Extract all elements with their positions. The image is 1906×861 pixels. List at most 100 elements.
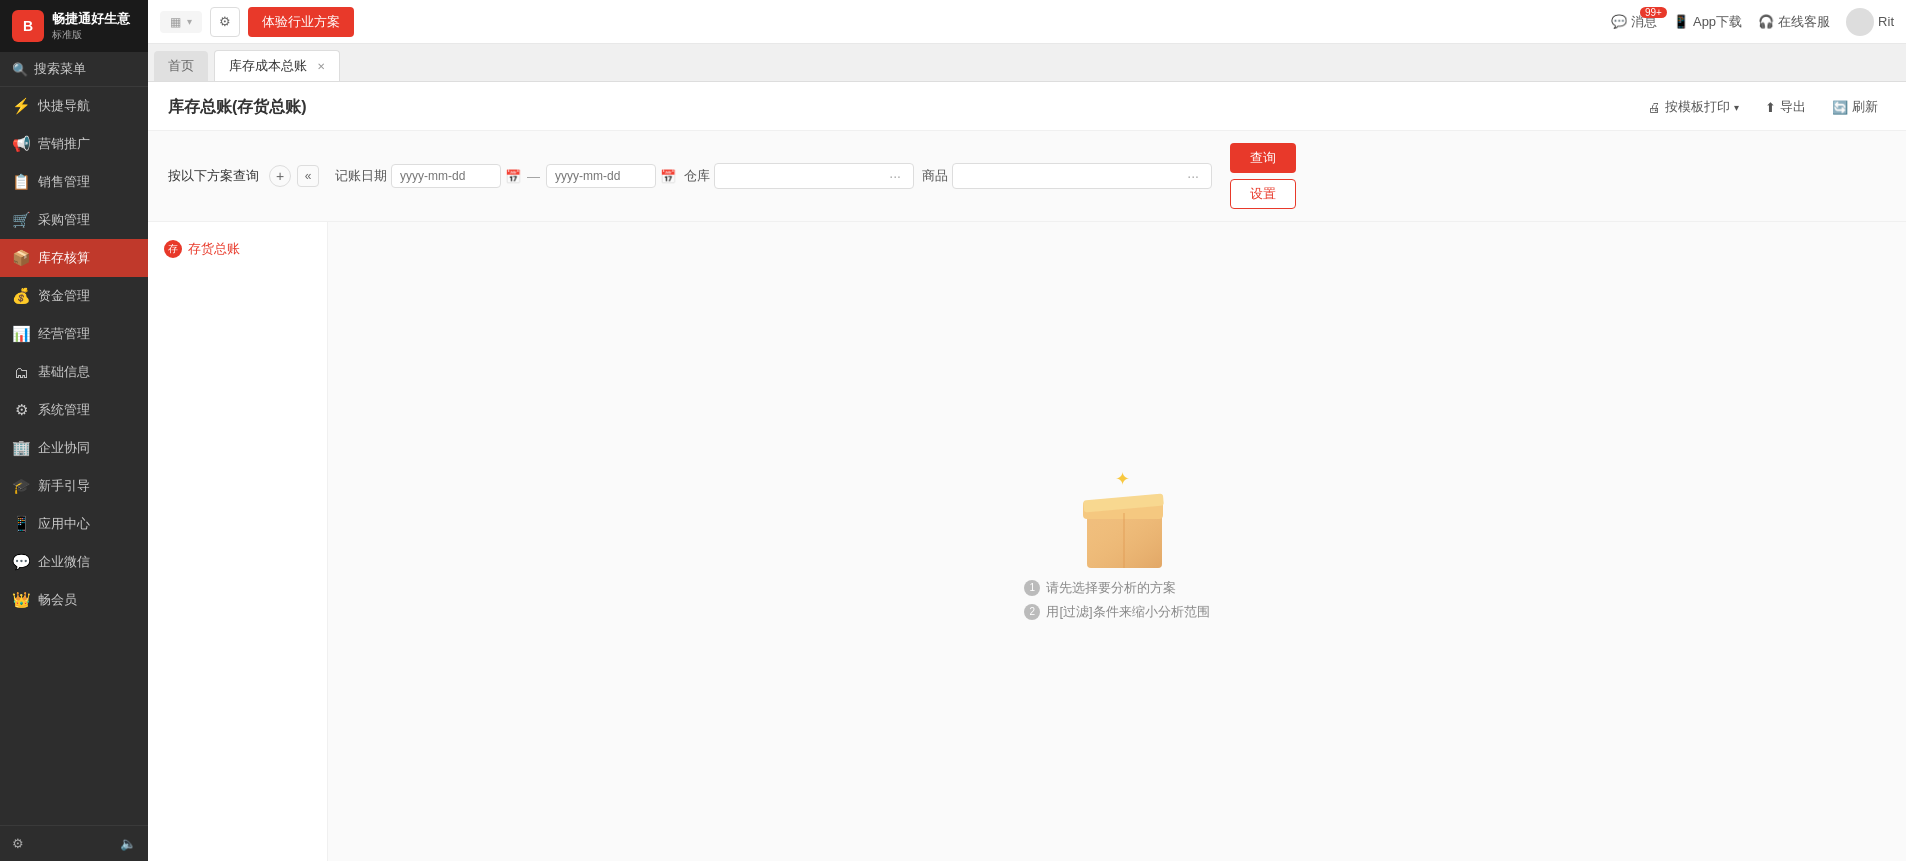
filter-label: 按以下方案查询 <box>168 167 259 185</box>
tab-inventory-ledger[interactable]: 库存成本总账 ✕ <box>214 50 340 81</box>
main-area: ▦ ▾ ⚙ 体验行业方案 💬 消息 99+ 📱 App下载 🎧 在线客服 Ri <box>148 0 1906 861</box>
empty-tip-row-1: 1 请先选择要分析的方案 <box>1024 579 1209 597</box>
sidebar-item-label: 库存核算 <box>38 249 90 267</box>
sidebar-item-newbie[interactable]: 🎓 新手引导 <box>0 467 148 505</box>
tab-bar: 首页 库存成本总账 ✕ <box>148 44 1906 82</box>
user-name: Rit <box>1878 14 1894 29</box>
sidebar-logo: B 畅捷通好生意 标准版 <box>0 0 148 52</box>
sidebar-item-vip[interactable]: 👑 畅会员 <box>0 581 148 619</box>
sidebar-item-purchase[interactable]: 🛒 采购管理 <box>0 201 148 239</box>
refresh-button[interactable]: 🔄 刷新 <box>1824 94 1886 120</box>
query-button[interactable]: 查询 <box>1230 143 1296 173</box>
inventory-icon: 📦 <box>12 249 30 267</box>
tab-inventory-ledger-label: 库存成本总账 <box>229 57 307 75</box>
breadcrumb[interactable]: ▦ ▾ <box>160 11 202 33</box>
svg-text:✦: ✦ <box>1114 469 1129 489</box>
export-label: 导出 <box>1780 98 1806 116</box>
date-label: 记账日期 <box>335 167 387 185</box>
date-start-input[interactable] <box>391 164 501 188</box>
empty-illustration: ✦ <box>1067 463 1167 563</box>
scheme-item-inventory-ledger[interactable]: 存 存货总账 <box>148 232 327 266</box>
app-download-label: App下载 <box>1693 13 1742 31</box>
sidebar-item-label: 应用中心 <box>38 515 90 533</box>
page-title: 库存总账(存货总账) <box>168 97 307 118</box>
topbar-settings-button[interactable]: ⚙ <box>210 7 240 37</box>
topbar: ▦ ▾ ⚙ 体验行业方案 💬 消息 99+ 📱 App下载 🎧 在线客服 Ri <box>148 0 1906 44</box>
sidebar-item-label: 销售管理 <box>38 173 90 191</box>
print-dropdown-icon: ▾ <box>1734 102 1739 113</box>
empty-state: ✦ 1 <box>1024 463 1209 621</box>
sidebar-item-label: 采购管理 <box>38 211 90 229</box>
sidebar-item-system[interactable]: ⚙ 系统管理 <box>0 391 148 429</box>
basic-icon: 🗂 <box>12 364 30 381</box>
right-content: ✦ 1 <box>328 222 1906 861</box>
filter-row: 记账日期 📅 — 📅 仓库 ··· <box>335 143 1886 209</box>
search-icon: 🔍 <box>12 62 28 77</box>
sidebar-item-label: 企业微信 <box>38 553 90 571</box>
calendar-end-icon[interactable]: 📅 <box>660 169 676 184</box>
print-template-button[interactable]: 🖨 按模板打印 ▾ <box>1640 94 1747 120</box>
sidebar-item-wechat[interactable]: 💬 企业微信 <box>0 543 148 581</box>
sidebar-item-enterprise[interactable]: 🏢 企业协同 <box>0 429 148 467</box>
empty-tip-row-2: 2 用[过滤]条件来缩小分析范围 <box>1024 603 1209 621</box>
message-button[interactable]: 💬 消息 99+ <box>1611 13 1657 31</box>
operation-icon: 📊 <box>12 325 30 343</box>
tip-text-1: 请先选择要分析的方案 <box>1046 579 1176 597</box>
sidebar-item-marketing[interactable]: 📢 营销推广 <box>0 125 148 163</box>
avatar <box>1846 8 1874 36</box>
finance-icon: 💰 <box>12 287 30 305</box>
sidebar-item-label: 营销推广 <box>38 135 90 153</box>
online-service-button[interactable]: 🎧 在线客服 <box>1758 13 1830 31</box>
filter-collapse-button[interactable]: « <box>297 165 319 187</box>
goods-label: 商品 <box>922 167 948 185</box>
sidebar-item-label: 经营管理 <box>38 325 90 343</box>
logo-main-text: 畅捷通好生意 <box>52 10 130 28</box>
logo-text: 畅捷通好生意 标准版 <box>52 10 130 42</box>
tip-number-2: 2 <box>1024 604 1040 620</box>
sidebar-item-finance[interactable]: 💰 资金管理 <box>0 277 148 315</box>
tab-close-button[interactable]: ✕ <box>317 61 325 72</box>
sidebar-settings-icon[interactable]: ⚙ <box>12 836 24 851</box>
export-icon: ⬆ <box>1765 100 1776 115</box>
goods-filter-field: 商品 ··· <box>922 163 1212 189</box>
sidebar-item-label: 基础信息 <box>38 363 90 381</box>
breadcrumb-text: ▦ <box>170 15 181 29</box>
calendar-start-icon[interactable]: 📅 <box>505 169 521 184</box>
app-center-icon: 📱 <box>12 515 30 533</box>
sidebar-audio-icon[interactable]: 🔈 <box>120 836 136 851</box>
export-button[interactable]: ⬆ 导出 <box>1757 94 1814 120</box>
sidebar-item-label: 快捷导航 <box>38 97 90 115</box>
goods-input[interactable]: ··· <box>952 163 1212 189</box>
sidebar-item-basic[interactable]: 🗂 基础信息 <box>0 353 148 391</box>
warehouse-input[interactable]: ··· <box>714 163 914 189</box>
scheme-item-label: 存货总账 <box>188 240 240 258</box>
sidebar-search[interactable]: 🔍 搜索菜单 <box>0 52 148 87</box>
user-area[interactable]: Rit <box>1846 8 1894 36</box>
newbie-icon: 🎓 <box>12 477 30 495</box>
scheme-icon: 存 <box>164 240 182 258</box>
app-download-button[interactable]: 📱 App下载 <box>1673 13 1742 31</box>
tab-home[interactable]: 首页 <box>154 51 208 81</box>
sidebar-item-inventory[interactable]: 📦 库存核算 <box>0 239 148 277</box>
sidebar-item-operation[interactable]: 📊 经营管理 <box>0 315 148 353</box>
empty-svg: ✦ <box>1067 463 1187 573</box>
date-range-input: 📅 — 📅 <box>391 164 676 188</box>
warehouse-filter-field: 仓库 ··· <box>684 163 914 189</box>
sidebar-item-sales[interactable]: 📋 销售管理 <box>0 163 148 201</box>
sidebar-item-label: 新手引导 <box>38 477 90 495</box>
industry-solution-button[interactable]: 体验行业方案 <box>248 7 354 37</box>
filter-add-button[interactable]: + <box>269 165 291 187</box>
panel-container: 存 存货总账 <box>148 222 1906 861</box>
page-actions: 🖨 按模板打印 ▾ ⬆ 导出 🔄 刷新 <box>1640 94 1886 120</box>
warehouse-more-icon[interactable]: ··· <box>885 168 905 184</box>
breadcrumb-chevron: ▾ <box>187 16 192 27</box>
purchase-icon: 🛒 <box>12 211 30 229</box>
date-end-input[interactable] <box>546 164 656 188</box>
sidebar-item-app-center[interactable]: 📱 应用中心 <box>0 505 148 543</box>
print-template-label: 按模板打印 <box>1665 98 1730 116</box>
sidebar-item-quick-nav[interactable]: ⚡ 快捷导航 <box>0 87 148 125</box>
sidebar-nav: ⚡ 快捷导航 📢 营销推广 📋 销售管理 🛒 采购管理 📦 库存核算 💰 资金管… <box>0 87 148 825</box>
goods-more-icon[interactable]: ··· <box>1183 168 1203 184</box>
tab-home-label: 首页 <box>168 57 194 75</box>
settings-button[interactable]: 设置 <box>1230 179 1296 209</box>
